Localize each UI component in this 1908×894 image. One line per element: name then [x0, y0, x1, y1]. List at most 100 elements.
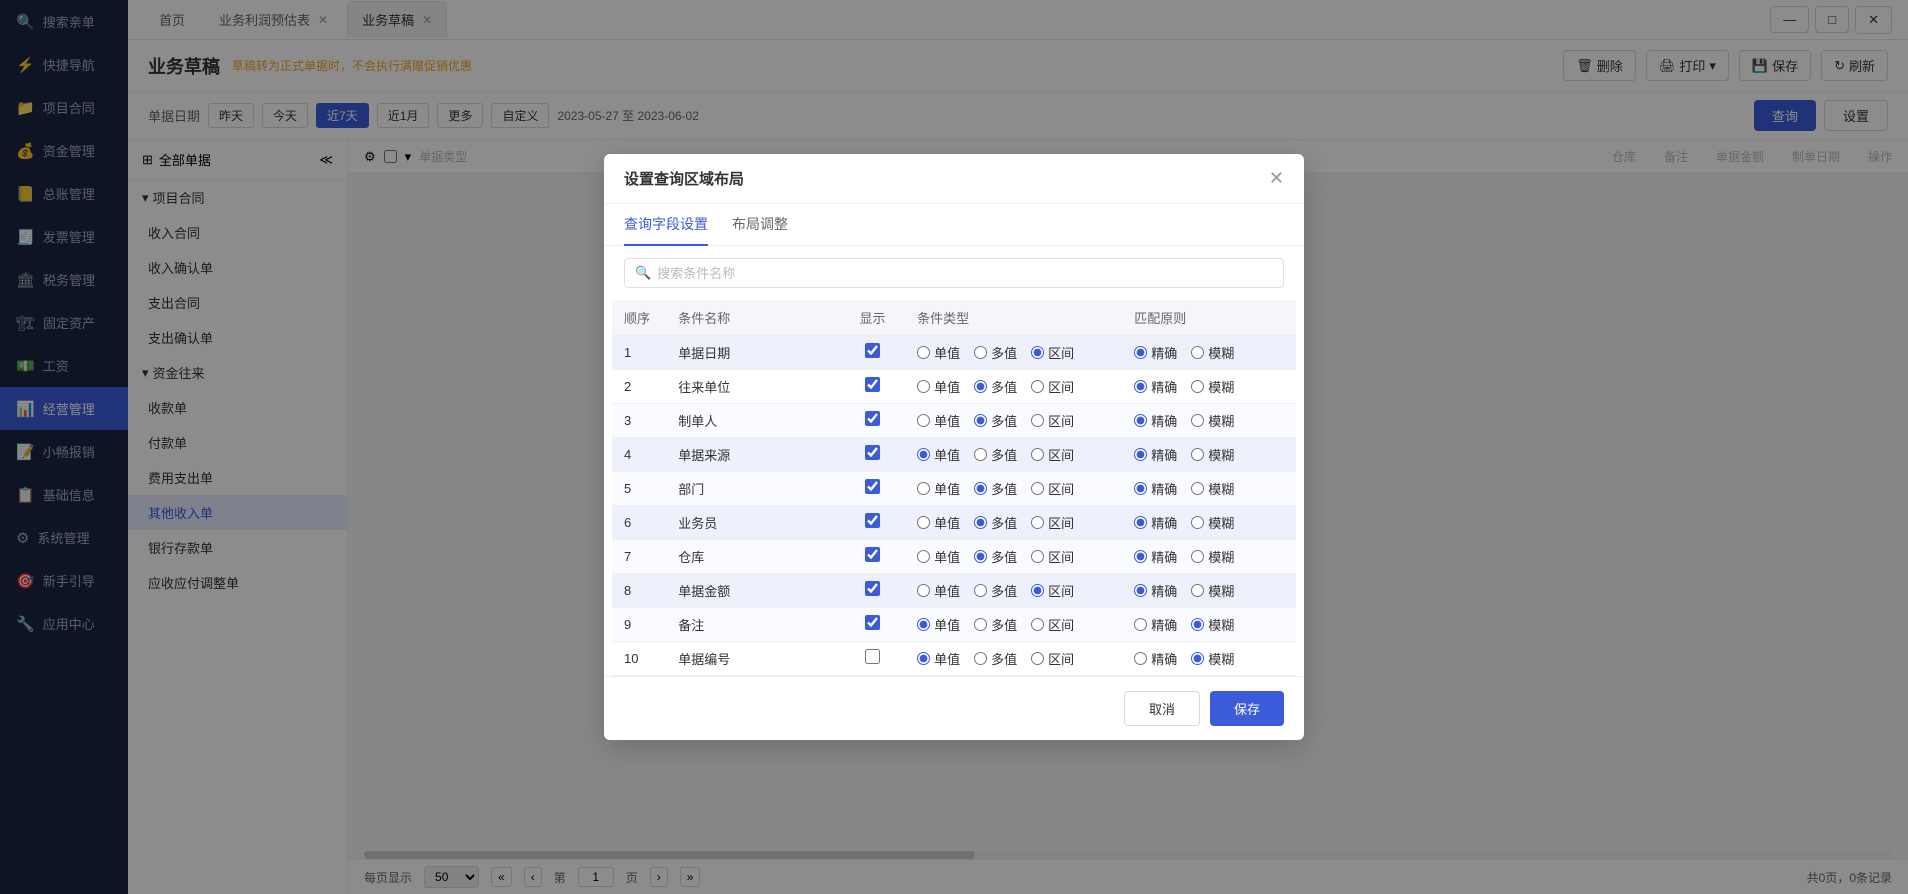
- cell-type-2: 单值多值区间: [905, 370, 1122, 404]
- cell-match-3: 精确模糊: [1122, 404, 1296, 438]
- show-checkbox-4[interactable]: [865, 445, 880, 460]
- type-option-多值-9[interactable]: 多值: [974, 615, 1017, 634]
- cell-type-10: 单值多值区间: [905, 642, 1122, 676]
- match-option-模糊-7[interactable]: 模糊: [1191, 547, 1234, 566]
- cell-show-4: [840, 438, 905, 467]
- type-option-多值-6[interactable]: 多值: [974, 513, 1017, 532]
- type-option-多值-7[interactable]: 多值: [974, 547, 1017, 566]
- show-checkbox-3[interactable]: [865, 411, 880, 426]
- cell-show-5: [840, 472, 905, 501]
- type-option-单值-8[interactable]: 单值: [917, 581, 960, 600]
- col-header-match: 匹配原则: [1122, 300, 1296, 336]
- cell-order-2: 2: [612, 370, 666, 404]
- match-option-精确-5[interactable]: 精确: [1134, 479, 1177, 498]
- match-option-模糊-8[interactable]: 模糊: [1191, 581, 1234, 600]
- type-option-单值-2[interactable]: 单值: [917, 377, 960, 396]
- type-option-单值-1[interactable]: 单值: [917, 343, 960, 362]
- show-checkbox-7[interactable]: [865, 547, 880, 562]
- col-header-type: 条件类型: [905, 300, 1122, 336]
- dialog-title: 设置查询区域布局: [624, 168, 744, 189]
- dialog-table-container: 顺序 条件名称 显示 条件类型 匹配原则 1单据日期单值多值区间精确模糊2往来单…: [612, 300, 1296, 676]
- match-option-精确-6[interactable]: 精确: [1134, 513, 1177, 532]
- match-option-精确-4[interactable]: 精确: [1134, 445, 1177, 464]
- show-checkbox-9[interactable]: [865, 615, 880, 630]
- cell-show-3: [840, 404, 905, 433]
- show-checkbox-6[interactable]: [865, 513, 880, 528]
- search-input[interactable]: [657, 266, 1273, 281]
- type-option-多值-2[interactable]: 多值: [974, 377, 1017, 396]
- type-option-区间-5[interactable]: 区间: [1031, 479, 1074, 498]
- cell-name-4: 单据来源: [666, 438, 840, 472]
- cell-show-9: [840, 608, 905, 637]
- cell-match-2: 精确模糊: [1122, 370, 1296, 404]
- dialog-header: 设置查询区域布局 ✕: [604, 154, 1304, 204]
- type-option-区间-1[interactable]: 区间: [1031, 343, 1074, 362]
- cell-name-10: 单据编号: [666, 642, 840, 676]
- type-option-区间-3[interactable]: 区间: [1031, 411, 1074, 430]
- type-option-多值-3[interactable]: 多值: [974, 411, 1017, 430]
- show-checkbox-1[interactable]: [865, 343, 880, 358]
- type-option-区间-7[interactable]: 区间: [1031, 547, 1074, 566]
- type-option-单值-3[interactable]: 单值: [917, 411, 960, 430]
- match-option-模糊-4[interactable]: 模糊: [1191, 445, 1234, 464]
- match-option-精确-8[interactable]: 精确: [1134, 581, 1177, 600]
- type-option-单值-4[interactable]: 单值: [917, 445, 960, 464]
- match-option-模糊-1[interactable]: 模糊: [1191, 343, 1234, 362]
- show-checkbox-5[interactable]: [865, 479, 880, 494]
- show-checkbox-8[interactable]: [865, 581, 880, 596]
- type-option-单值-7[interactable]: 单值: [917, 547, 960, 566]
- cell-order-9: 9: [612, 608, 666, 642]
- match-option-精确-10[interactable]: 精确: [1134, 649, 1177, 668]
- col-header-name: 条件名称: [666, 300, 840, 336]
- dialog-close-button[interactable]: ✕: [1269, 168, 1284, 189]
- match-option-模糊-3[interactable]: 模糊: [1191, 411, 1234, 430]
- match-option-模糊-2[interactable]: 模糊: [1191, 377, 1234, 396]
- save-button[interactable]: 保存: [1210, 691, 1284, 726]
- dialog-footer: 取消 保存: [604, 676, 1304, 740]
- col-header-show: 显示: [840, 300, 905, 336]
- type-option-单值-10[interactable]: 单值: [917, 649, 960, 668]
- cell-order-6: 6: [612, 506, 666, 540]
- dialog-tab-query-fields[interactable]: 查询字段设置: [624, 204, 708, 246]
- match-option-模糊-5[interactable]: 模糊: [1191, 479, 1234, 498]
- cell-type-8: 单值多值区间: [905, 574, 1122, 608]
- type-option-区间-8[interactable]: 区间: [1031, 581, 1074, 600]
- match-option-精确-3[interactable]: 精确: [1134, 411, 1177, 430]
- type-option-区间-9[interactable]: 区间: [1031, 615, 1074, 634]
- type-option-多值-1[interactable]: 多值: [974, 343, 1017, 362]
- dialog-tabs: 查询字段设置 布局调整: [604, 204, 1304, 246]
- match-option-模糊-9[interactable]: 模糊: [1191, 615, 1234, 634]
- cell-match-8: 精确模糊: [1122, 574, 1296, 608]
- type-option-区间-6[interactable]: 区间: [1031, 513, 1074, 532]
- show-checkbox-2[interactable]: [865, 377, 880, 392]
- cell-show-6: [840, 506, 905, 535]
- type-option-多值-5[interactable]: 多值: [974, 479, 1017, 498]
- match-option-精确-7[interactable]: 精确: [1134, 547, 1177, 566]
- type-option-单值-5[interactable]: 单值: [917, 479, 960, 498]
- cell-name-5: 部门: [666, 472, 840, 506]
- type-option-单值-6[interactable]: 单值: [917, 513, 960, 532]
- type-option-多值-8[interactable]: 多值: [974, 581, 1017, 600]
- match-option-精确-2[interactable]: 精确: [1134, 377, 1177, 396]
- dialog-tab-layout[interactable]: 布局调整: [732, 204, 788, 246]
- cancel-button[interactable]: 取消: [1124, 691, 1200, 726]
- cell-show-7: [840, 540, 905, 569]
- type-option-单值-9[interactable]: 单值: [917, 615, 960, 634]
- cell-order-1: 1: [612, 336, 666, 370]
- match-option-精确-1[interactable]: 精确: [1134, 343, 1177, 362]
- cell-order-5: 5: [612, 472, 666, 506]
- match-option-模糊-10[interactable]: 模糊: [1191, 649, 1234, 668]
- type-option-区间-2[interactable]: 区间: [1031, 377, 1074, 396]
- dialog-search-box: 🔍: [624, 258, 1284, 288]
- cell-order-3: 3: [612, 404, 666, 438]
- match-option-精确-9[interactable]: 精确: [1134, 615, 1177, 634]
- type-option-区间-10[interactable]: 区间: [1031, 649, 1074, 668]
- cell-order-7: 7: [612, 540, 666, 574]
- type-option-区间-4[interactable]: 区间: [1031, 445, 1074, 464]
- type-option-多值-10[interactable]: 多值: [974, 649, 1017, 668]
- cell-match-5: 精确模糊: [1122, 472, 1296, 506]
- match-option-模糊-6[interactable]: 模糊: [1191, 513, 1234, 532]
- show-checkbox-10[interactable]: [865, 649, 880, 664]
- cell-name-7: 仓库: [666, 540, 840, 574]
- type-option-多值-4[interactable]: 多值: [974, 445, 1017, 464]
